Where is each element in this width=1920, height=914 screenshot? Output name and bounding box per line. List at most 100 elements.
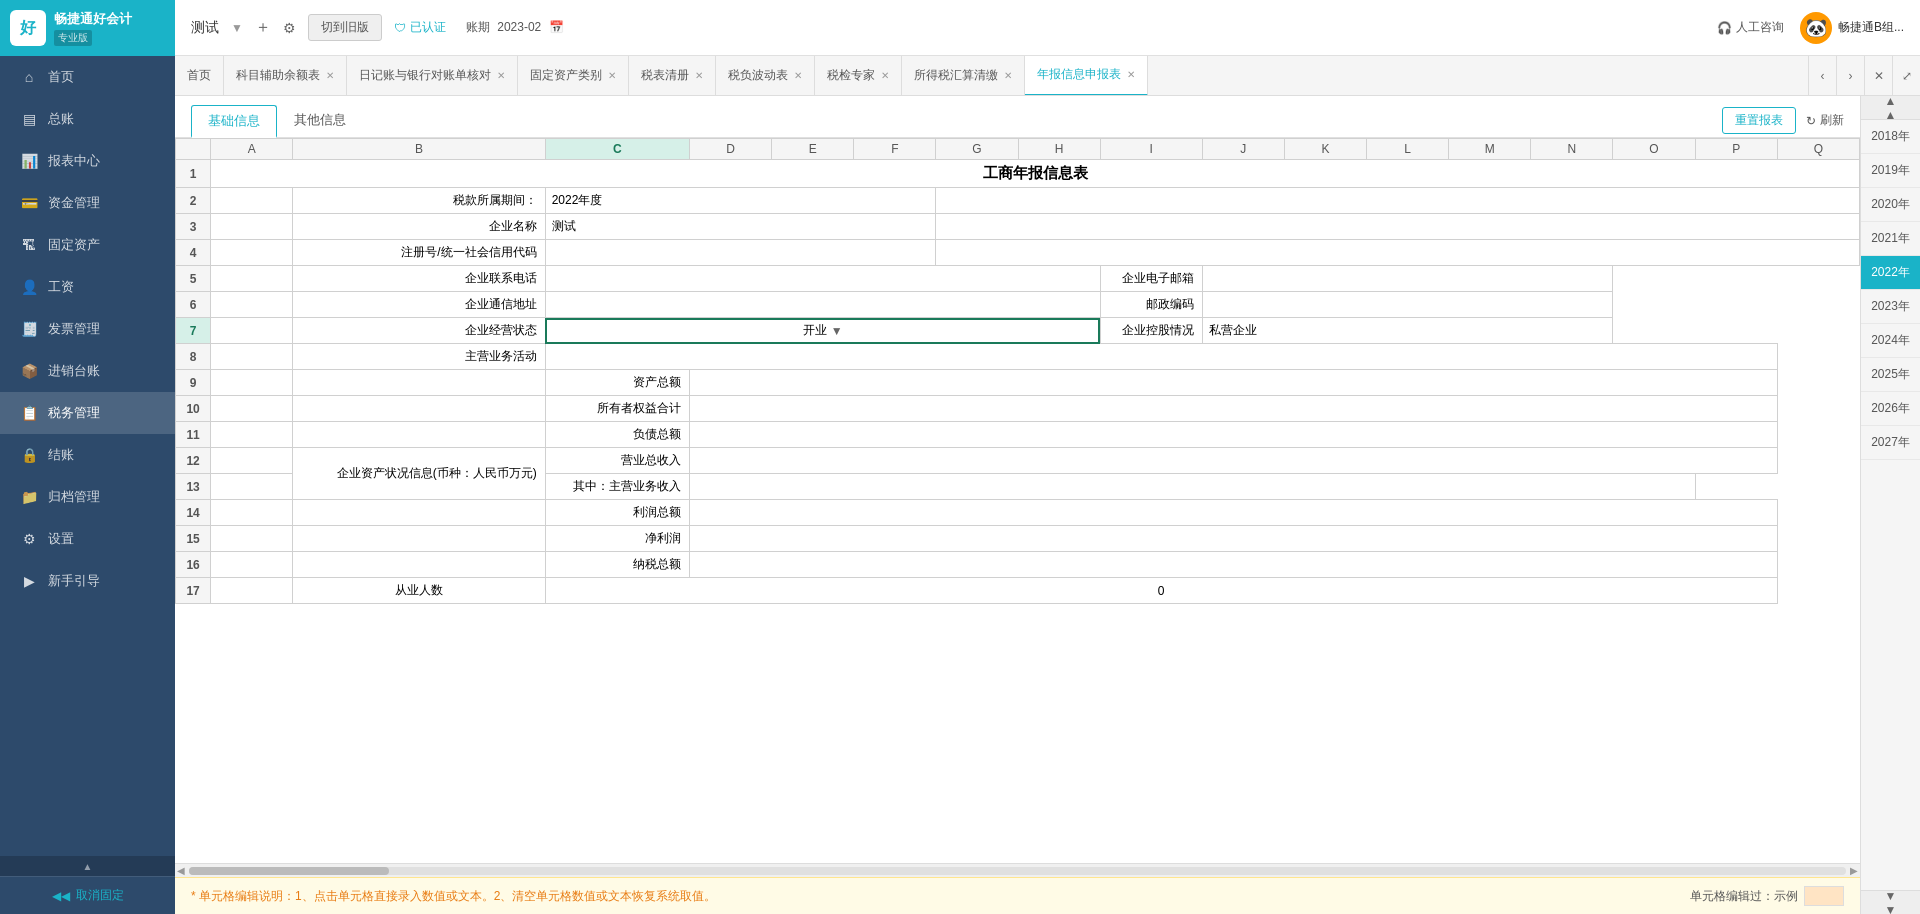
sidebar-icon-settings: ⚙ bbox=[20, 530, 38, 548]
tab-close-tax_clear[interactable]: ✕ bbox=[695, 70, 703, 81]
table-cell bbox=[211, 344, 293, 370]
tab-close-tax_wave[interactable]: ✕ bbox=[794, 70, 802, 81]
table-cell: 企业名称 bbox=[293, 214, 545, 240]
spreadsheet-table: ABCDEFGHIJKLMNOPQ 1工商年报信息表2税款所属期间：2022年度… bbox=[175, 138, 1860, 604]
sidebar-item-guide[interactable]: ▶新手引导 bbox=[0, 560, 175, 602]
col-header: C bbox=[545, 139, 689, 160]
sidebar-item-tax[interactable]: 📋税务管理 bbox=[0, 392, 175, 434]
table-cell: 企业经营状态 bbox=[293, 318, 545, 344]
tab-journal[interactable]: 日记账与银行对账单核对 ✕ bbox=[347, 56, 518, 96]
tab-close-annual[interactable]: ✕ bbox=[1127, 69, 1135, 80]
sidebar-label-archive: 归档管理 bbox=[48, 488, 100, 506]
footer-hint: * 单元格编辑说明：1、点击单元格直接录入数值或文本。2、清空单元格数值或文本恢… bbox=[191, 888, 716, 905]
sidebar-icon-closing: 🔒 bbox=[20, 446, 38, 464]
tab-tax_wave[interactable]: 税负波动表✕ bbox=[716, 56, 815, 96]
year-item[interactable]: 2019年 bbox=[1861, 154, 1920, 188]
tabs-close-all-btn[interactable]: ✕ bbox=[1864, 56, 1892, 96]
shield-icon: 🛡 bbox=[394, 21, 406, 35]
tab-close-income_tax[interactable]: ✕ bbox=[1004, 70, 1012, 81]
user-menu-btn[interactable]: 🐼 畅捷通B组... bbox=[1800, 12, 1904, 44]
cancel-fixed-btn[interactable]: ◀◀ 取消固定 bbox=[0, 876, 175, 914]
table-cell: 2022年度 bbox=[545, 188, 936, 214]
table-cell bbox=[211, 396, 293, 422]
sub-tab-other[interactable]: 其他信息 bbox=[277, 104, 363, 137]
tab-aux[interactable]: 科目辅助余额表✕ bbox=[224, 56, 347, 96]
col-header: G bbox=[936, 139, 1018, 160]
tabs-expand-btn[interactable]: ⤢ bbox=[1892, 56, 1920, 96]
calendar-icon[interactable]: 📅 bbox=[549, 20, 564, 34]
table-cell[interactable]: 开业 ▼ bbox=[545, 318, 1100, 344]
year-item[interactable]: 2022年 bbox=[1861, 256, 1920, 290]
sidebar-scroll-more[interactable]: ▲ bbox=[0, 856, 175, 876]
tab-close-aux[interactable]: ✕ bbox=[326, 70, 334, 81]
sidebar-item-report[interactable]: 📊报表中心 bbox=[0, 140, 175, 182]
tab-label-tax_expert: 税检专家 bbox=[827, 67, 875, 84]
sidebar-item-salary[interactable]: 👤工资 bbox=[0, 266, 175, 308]
logo-text: 畅捷通好会计 专业版 bbox=[54, 10, 132, 46]
add-workspace-btn[interactable]: ＋ bbox=[255, 17, 271, 38]
year-item[interactable]: 2025年 bbox=[1861, 358, 1920, 392]
table-cell bbox=[689, 552, 1777, 578]
year-item[interactable]: 2021年 bbox=[1861, 222, 1920, 256]
year-item[interactable]: 2026年 bbox=[1861, 392, 1920, 426]
settings-icon[interactable]: ⚙ bbox=[283, 20, 296, 36]
spreadsheet-container[interactable]: ABCDEFGHIJKLMNOPQ 1工商年报信息表2税款所属期间：2022年度… bbox=[175, 138, 1860, 863]
sidebar-item-settings[interactable]: ⚙ 设置 bbox=[0, 518, 175, 560]
year-item[interactable]: 2020年 bbox=[1861, 188, 1920, 222]
sidebar-item-home[interactable]: ⌂首页 bbox=[0, 56, 175, 98]
scroll-left-arrow[interactable]: ◀ bbox=[177, 865, 185, 876]
h-scrollbar-thumb[interactable] bbox=[189, 867, 389, 875]
service-btn[interactable]: 🎧 人工咨询 bbox=[1717, 19, 1784, 36]
tab-label-income_tax: 所得税汇算清缴 bbox=[914, 67, 998, 84]
table-row: 10所有者权益合计 bbox=[176, 396, 1860, 422]
sidebar-item-assets[interactable]: 🏗固定资产 bbox=[0, 224, 175, 266]
col-header: E bbox=[772, 139, 854, 160]
tab-fixed_cat[interactable]: 固定资产类别✕ bbox=[518, 56, 629, 96]
sidebar-icon-report: 📊 bbox=[20, 152, 38, 170]
example-box bbox=[1804, 886, 1844, 906]
tab-close-journal[interactable]: ✕ bbox=[497, 70, 505, 81]
sidebar-item-ledger[interactable]: ▤总账 bbox=[0, 98, 175, 140]
table-cell: 所有者权益合计 bbox=[545, 396, 689, 422]
workspace-dropdown-icon[interactable]: ▼ bbox=[231, 21, 243, 35]
table-row: 5企业联系电话企业电子邮箱 bbox=[176, 266, 1860, 292]
year-item[interactable]: 2024年 bbox=[1861, 324, 1920, 358]
sub-tab-basic[interactable]: 基础信息 bbox=[191, 105, 277, 138]
tab-close-fixed_cat[interactable]: ✕ bbox=[608, 70, 616, 81]
year-item[interactable]: 2027年 bbox=[1861, 426, 1920, 460]
sidebar-icon-tax: 📋 bbox=[20, 404, 38, 422]
year-scroll-down-btn[interactable]: ▼▼ bbox=[1861, 890, 1920, 914]
scroll-right-arrow[interactable]: ▶ bbox=[1850, 865, 1858, 876]
h-scrollbar[interactable]: ◀ ▶ bbox=[175, 863, 1860, 877]
tab-income_tax[interactable]: 所得税汇算清缴 ✕ bbox=[902, 56, 1025, 96]
tab-annual[interactable]: 年报信息申报表 ✕ bbox=[1025, 56, 1148, 96]
col-header: H bbox=[1018, 139, 1100, 160]
verified-badge: 🛡 已认证 bbox=[394, 19, 446, 36]
dropdown-arrow[interactable]: ▼ bbox=[831, 324, 843, 338]
tabs-prev-btn[interactable]: ‹ bbox=[1808, 56, 1836, 96]
reset-report-btn[interactable]: 重置报表 bbox=[1722, 107, 1796, 134]
switch-old-version-btn[interactable]: 切到旧版 bbox=[308, 14, 382, 41]
sidebar-label-settings: 设置 bbox=[48, 530, 74, 548]
year-item[interactable]: 2018年 bbox=[1861, 120, 1920, 154]
tab-label-annual: 年报信息申报表 bbox=[1037, 66, 1121, 83]
sidebar-item-fund[interactable]: 💳资金管理 bbox=[0, 182, 175, 224]
sidebar-item-invoice[interactable]: 🧾发票管理 bbox=[0, 308, 175, 350]
col-header: A bbox=[211, 139, 293, 160]
sidebar-item-inventory[interactable]: 📦进销台账 bbox=[0, 350, 175, 392]
sidebar-item-archive[interactable]: 📁归档管理 bbox=[0, 476, 175, 518]
row-header: 7 bbox=[176, 318, 211, 344]
tab-home[interactable]: 首页 bbox=[175, 56, 224, 96]
year-item[interactable]: 2023年 bbox=[1861, 290, 1920, 324]
table-cell bbox=[211, 578, 293, 604]
tabs-next-btn[interactable]: › bbox=[1836, 56, 1864, 96]
tab-close-tax_expert[interactable]: ✕ bbox=[881, 70, 889, 81]
table-cell: 其中：主营业务收入 bbox=[545, 474, 689, 500]
sidebar-item-closing[interactable]: 🔒结账 bbox=[0, 434, 175, 476]
tab-label-journal: 日记账与银行对账单核对 bbox=[359, 67, 491, 84]
refresh-btn[interactable]: ↻ 刷新 bbox=[1806, 112, 1844, 129]
row-header: 8 bbox=[176, 344, 211, 370]
tab-tax_clear[interactable]: 税表清册✕ bbox=[629, 56, 716, 96]
year-scroll-up-btn[interactable]: ▲▲ bbox=[1861, 96, 1920, 120]
tab-tax_expert[interactable]: 税检专家 ✕ bbox=[815, 56, 902, 96]
